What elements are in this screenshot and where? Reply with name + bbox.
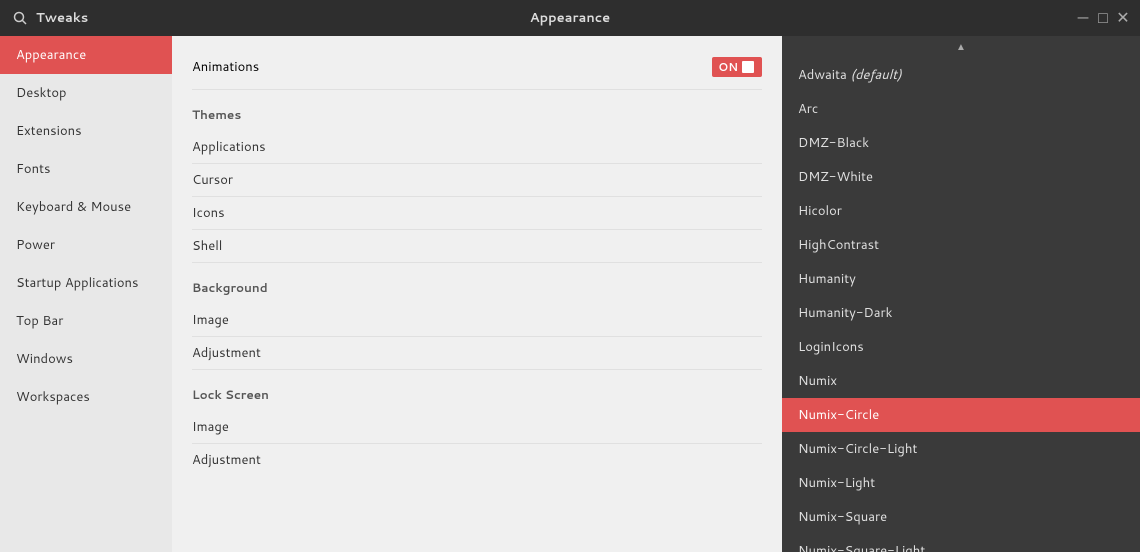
window-controls: — □ ✕ xyxy=(1076,11,1130,25)
toggle-knob xyxy=(742,61,754,73)
themes-applications[interactable]: Applications xyxy=(192,131,762,164)
toggle-label: ON xyxy=(718,59,738,75)
icon-theme-dropdown[interactable]: ▲ Adwaita (default) Arc DMZ-Black DMZ-Wh… xyxy=(782,36,1140,552)
sidebar: Appearance Desktop Extensions Fonts Keyb… xyxy=(0,36,172,552)
sidebar-item-fonts[interactable]: Fonts xyxy=(0,150,172,188)
lock-screen-header: Lock Screen xyxy=(192,386,762,403)
themes-icons[interactable]: Icons xyxy=(192,197,762,230)
theme-arc[interactable]: Arc xyxy=(782,92,1140,126)
sidebar-item-startup-applications[interactable]: Startup Applications xyxy=(0,264,172,302)
animations-label: Animations xyxy=(192,58,259,76)
sidebar-item-workspaces[interactable]: Workspaces xyxy=(0,378,172,416)
theme-numix-square-light[interactable]: Numix-Square-Light xyxy=(782,534,1140,552)
lock-screen-image[interactable]: Image xyxy=(192,411,762,444)
lock-screen-adjustment[interactable]: Adjustment xyxy=(192,444,762,476)
theme-loginicons[interactable]: LoginIcons xyxy=(782,330,1140,364)
sidebar-item-top-bar[interactable]: Top Bar xyxy=(0,302,172,340)
minimize-button[interactable]: — xyxy=(1076,11,1090,25)
sidebar-item-desktop[interactable]: Desktop xyxy=(0,74,172,112)
search-icon[interactable] xyxy=(10,8,30,28)
app-name: Tweaks xyxy=(36,9,88,27)
maximize-button[interactable]: □ xyxy=(1096,11,1110,25)
sidebar-item-appearance[interactable]: Appearance xyxy=(0,36,172,74)
theme-numix-circle[interactable]: Numix-Circle xyxy=(782,398,1140,432)
sidebar-item-power[interactable]: Power xyxy=(0,226,172,264)
scroll-up-arrow[interactable]: ▲ xyxy=(782,36,1140,58)
themes-shell[interactable]: Shell xyxy=(192,230,762,263)
animations-toggle[interactable]: ON xyxy=(712,57,762,77)
close-button[interactable]: ✕ xyxy=(1116,11,1130,25)
middle-panel: Animations ON Themes Applications Cursor… xyxy=(172,36,782,552)
themes-cursor[interactable]: Cursor xyxy=(192,164,762,197)
themes-header: Themes xyxy=(192,106,762,123)
theme-numix-light[interactable]: Numix-Light xyxy=(782,466,1140,500)
animations-row: Animations ON xyxy=(192,50,762,90)
theme-dmz-black[interactable]: DMZ-Black xyxy=(782,126,1140,160)
theme-highcontrast[interactable]: HighContrast xyxy=(782,228,1140,262)
theme-dmz-white[interactable]: DMZ-White xyxy=(782,160,1140,194)
sidebar-item-extensions[interactable]: Extensions xyxy=(0,112,172,150)
theme-humanity[interactable]: Humanity xyxy=(782,262,1140,296)
background-header: Background xyxy=(192,279,762,296)
theme-numix[interactable]: Numix xyxy=(782,364,1140,398)
theme-numix-circle-light[interactable]: Numix-Circle-Light xyxy=(782,432,1140,466)
background-adjustment[interactable]: Adjustment xyxy=(192,337,762,370)
main-layout: Appearance Desktop Extensions Fonts Keyb… xyxy=(0,36,1140,552)
sidebar-item-keyboard-mouse[interactable]: Keyboard & Mouse xyxy=(0,188,172,226)
window-title: Appearance xyxy=(530,9,610,27)
theme-adwaita[interactable]: Adwaita (default) xyxy=(782,58,1140,92)
theme-hicolor[interactable]: Hicolor xyxy=(782,194,1140,228)
sidebar-item-windows[interactable]: Windows xyxy=(0,340,172,378)
background-image[interactable]: Image xyxy=(192,304,762,337)
titlebar: Tweaks Appearance — □ ✕ xyxy=(0,0,1140,36)
theme-numix-square[interactable]: Numix-Square xyxy=(782,500,1140,534)
theme-humanity-dark[interactable]: Humanity-Dark xyxy=(782,296,1140,330)
